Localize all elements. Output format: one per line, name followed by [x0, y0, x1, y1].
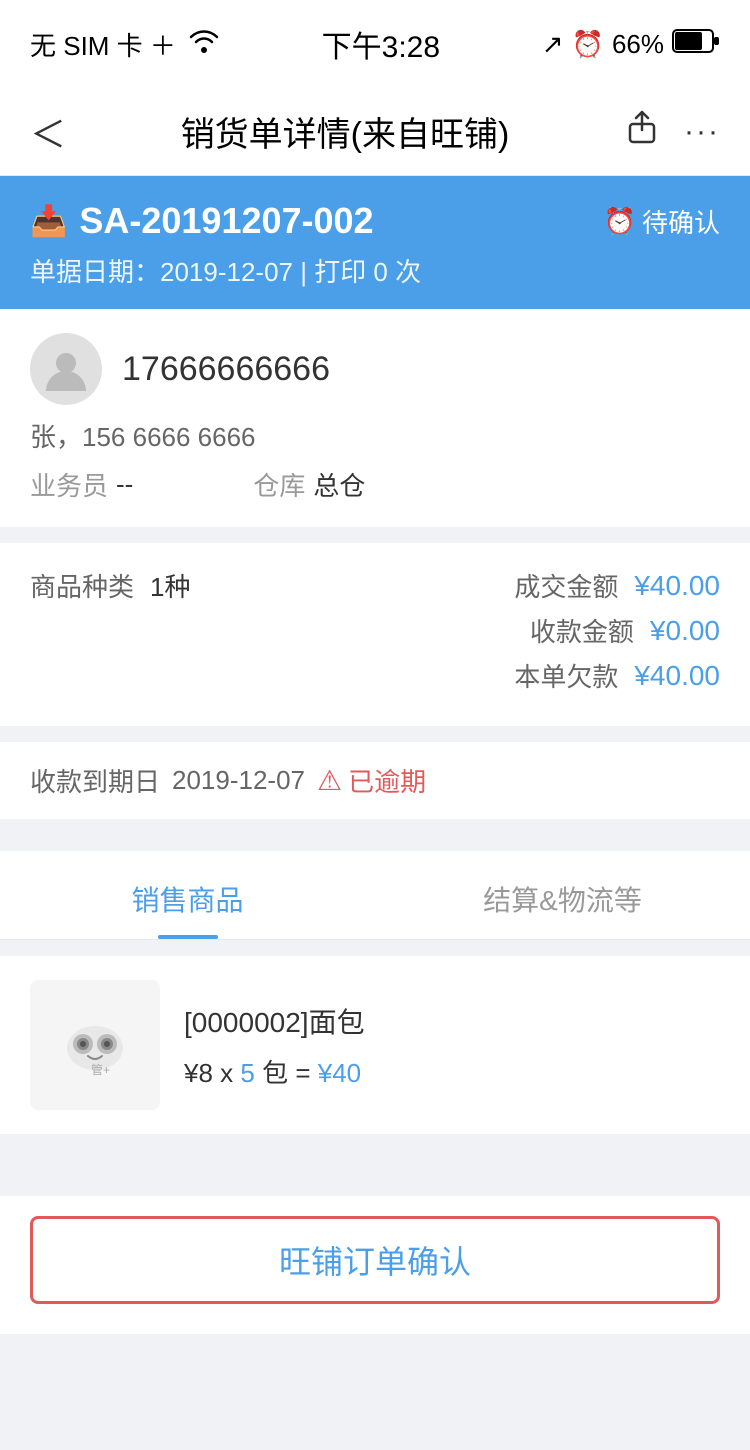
tab-sales-products[interactable]: 销售商品 — [0, 851, 375, 939]
customer-name: 张，156 6666 6666 — [30, 417, 720, 454]
share-button[interactable] — [624, 110, 660, 154]
tabs-section: 销售商品 结算&物流等 — [0, 851, 750, 940]
summary-left: 商品种类 1种 — [30, 567, 190, 604]
order-header: 📥 SA-20191207-002 ⏰ 待确认 单据日期：2019-12-07 … — [0, 176, 750, 309]
inbox-icon: 📥 — [30, 204, 67, 239]
alarm-icon: ⏰ — [572, 29, 604, 60]
more-button[interactable]: ··· — [684, 115, 720, 149]
warehouse-item: 仓库 总仓 — [253, 466, 365, 503]
due-date-section: 收款到期日 2019-12-07 ⚠ 已逾期 — [0, 742, 750, 819]
salesperson-label: 业务员 — [30, 466, 108, 503]
tab-settlement-label: 结算&物流等 — [483, 885, 642, 916]
balance-value: ¥40.00 — [634, 660, 720, 692]
overdue-badge: ⚠ 已逾期 — [317, 762, 426, 799]
confirm-button[interactable]: 旺铺订单确认 — [30, 1216, 720, 1304]
equals-sign: = — [295, 1058, 317, 1088]
overdue-text: 已逾期 — [348, 762, 426, 799]
location-icon: ↗ — [542, 29, 564, 60]
sim-status: 无 SIM 卡 ＋ — [30, 26, 176, 63]
balance-label: 本单欠款 — [514, 657, 618, 694]
wifi-icon — [188, 29, 220, 60]
salesperson-item: 业务员 -- — [30, 466, 133, 503]
quantity: 5 — [240, 1058, 254, 1088]
status-text: 待确认 — [642, 203, 720, 240]
customer-row: 17666666666 — [30, 333, 720, 405]
status-right: ↗ ⏰ 66% — [542, 28, 720, 61]
nav-bar: ＜ 销货单详情(来自旺铺) ··· — [0, 88, 750, 176]
warehouse-value: 总仓 — [313, 466, 365, 503]
summary-section: 商品种类 1种 成交金额 ¥40.00 收款金额 ¥0.00 本单欠款 ¥40.… — [0, 543, 750, 726]
order-id-text: SA-20191207-002 — [79, 200, 373, 242]
tab-sales-label: 销售商品 — [131, 885, 243, 916]
due-date-value: 2019-12-07 — [172, 765, 305, 796]
customer-section: 17666666666 张，156 6666 6666 业务员 -- 仓库 总仓 — [0, 309, 750, 527]
product-price: ¥8 x 5 包 = ¥40 — [184, 1053, 720, 1090]
battery-icon — [672, 28, 720, 61]
avatar — [30, 333, 102, 405]
category-value: 1种 — [150, 567, 190, 604]
product-info: [0000002]面包 ¥8 x 5 包 = ¥40 — [184, 1001, 720, 1090]
salesperson-value: -- — [116, 469, 133, 500]
payment-row: 收款金额 ¥0.00 — [514, 612, 720, 649]
due-date-label: 收款到期日 — [30, 762, 160, 799]
status-bar: 无 SIM 卡 ＋ 下午3:28 ↗ ⏰ 66% — [0, 0, 750, 88]
separator — [0, 835, 750, 851]
status-left: 无 SIM 卡 ＋ — [30, 26, 220, 63]
customer-phone: 17666666666 — [122, 350, 330, 389]
clock-icon: ⏰ — [604, 206, 636, 237]
product-name: [0000002]面包 — [184, 1001, 720, 1041]
page-title: 销货单详情(来自旺铺) — [181, 107, 510, 156]
total-price: ¥40 — [318, 1058, 361, 1088]
bottom-button-wrapper: 旺铺订单确认 — [0, 1196, 750, 1334]
battery-level: 66% — [612, 29, 664, 60]
tab-settlement[interactable]: 结算&物流等 — [375, 851, 750, 939]
unit-price: ¥8 — [184, 1058, 213, 1088]
customer-details: 业务员 -- 仓库 总仓 — [30, 466, 720, 503]
transaction-value: ¥40.00 — [634, 570, 720, 602]
confirm-button-label: 旺铺订单确认 — [279, 1237, 471, 1283]
unit: 包 — [262, 1058, 288, 1088]
warning-icon: ⚠ — [317, 764, 342, 797]
category-label: 商品种类 — [30, 567, 134, 604]
order-meta: 单据日期：2019-12-07 | 打印 0 次 — [30, 252, 720, 289]
nav-actions: ··· — [624, 110, 720, 154]
payment-label: 收款金额 — [530, 612, 634, 649]
warehouse-label: 仓库 — [253, 466, 305, 503]
product-thumbnail: 管+ — [30, 980, 160, 1110]
svg-text:管+: 管+ — [91, 1062, 110, 1077]
transaction-row: 成交金额 ¥40.00 — [514, 567, 720, 604]
payment-value: ¥0.00 — [650, 615, 720, 647]
order-id-row: 📥 SA-20191207-002 ⏰ 待确认 — [30, 200, 720, 242]
order-status: ⏰ 待确认 — [604, 203, 720, 240]
transaction-label: 成交金额 — [514, 567, 618, 604]
product-item: 管+ [0000002]面包 ¥8 x 5 包 = ¥40 — [0, 956, 750, 1134]
order-id: 📥 SA-20191207-002 — [30, 200, 374, 242]
balance-row: 本单欠款 ¥40.00 — [514, 657, 720, 694]
multiply-sign: x — [220, 1058, 240, 1088]
status-time: 下午3:28 — [322, 22, 440, 66]
summary-right: 成交金额 ¥40.00 收款金额 ¥0.00 本单欠款 ¥40.00 — [514, 567, 720, 702]
back-button[interactable]: ＜ — [30, 106, 66, 158]
